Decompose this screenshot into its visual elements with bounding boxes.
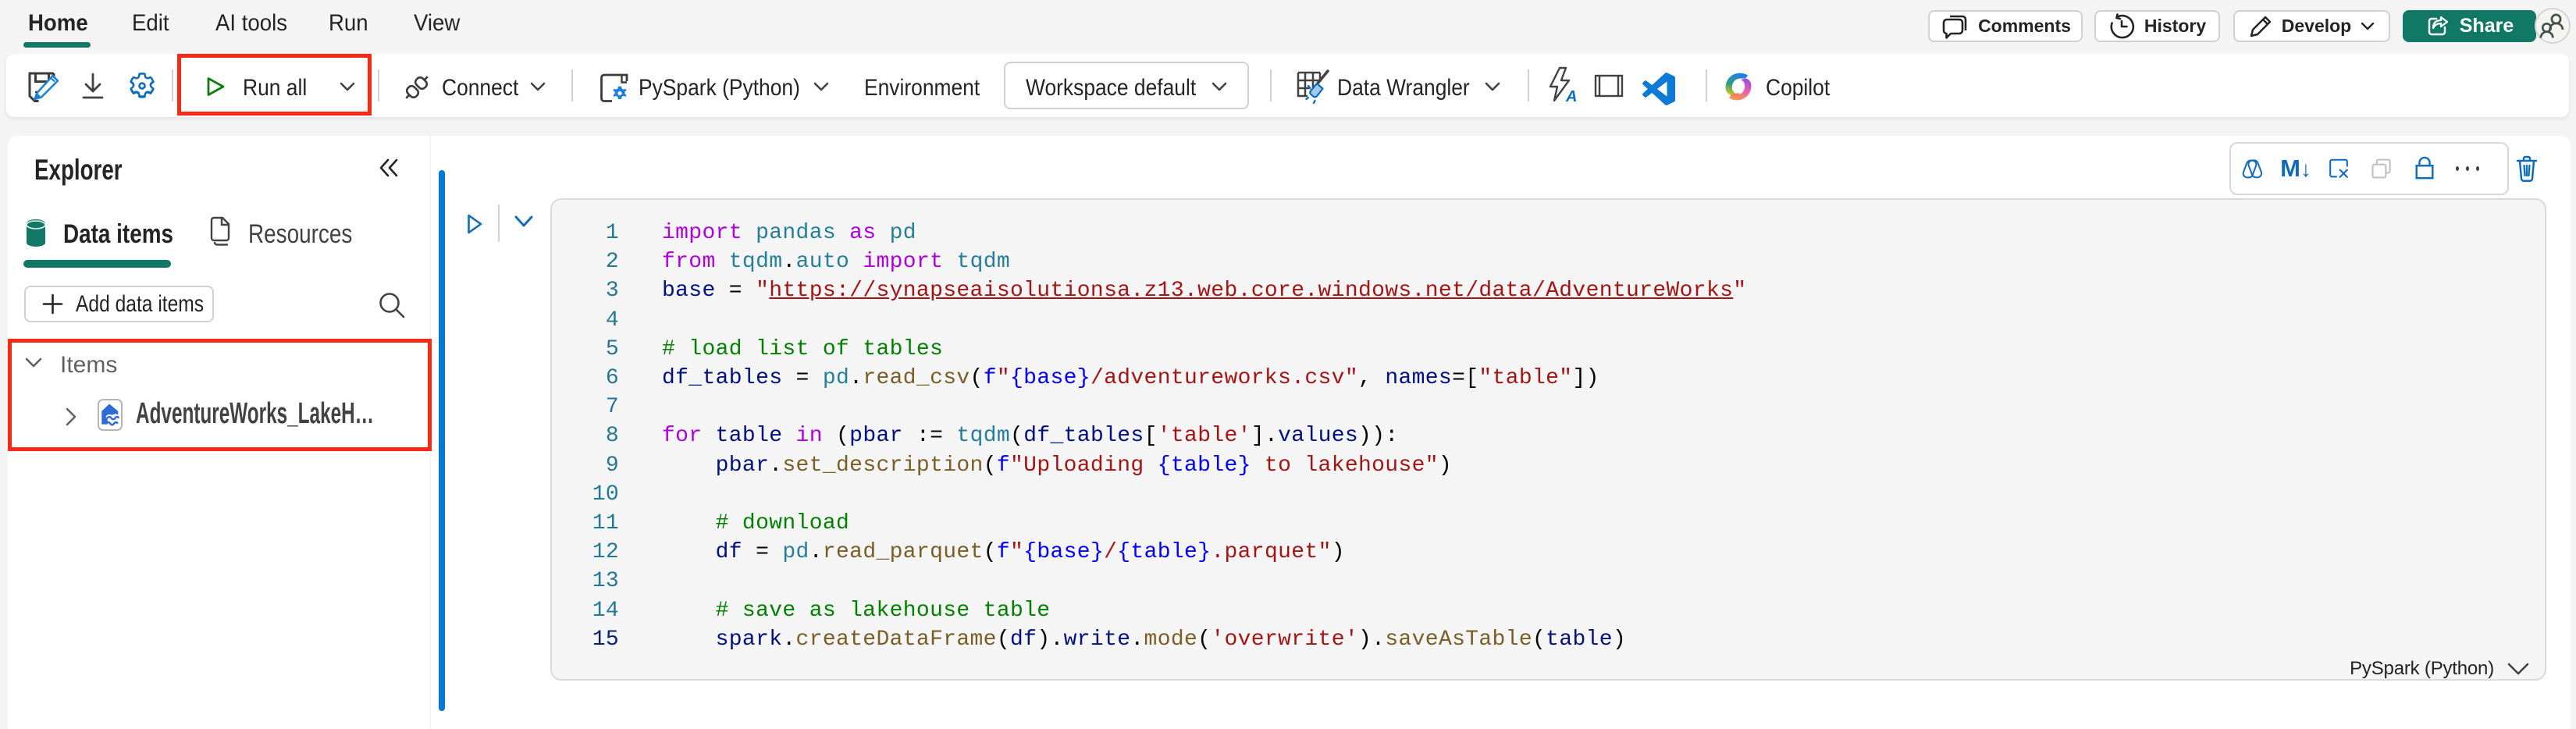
svg-text:A: A bbox=[1565, 88, 1577, 105]
